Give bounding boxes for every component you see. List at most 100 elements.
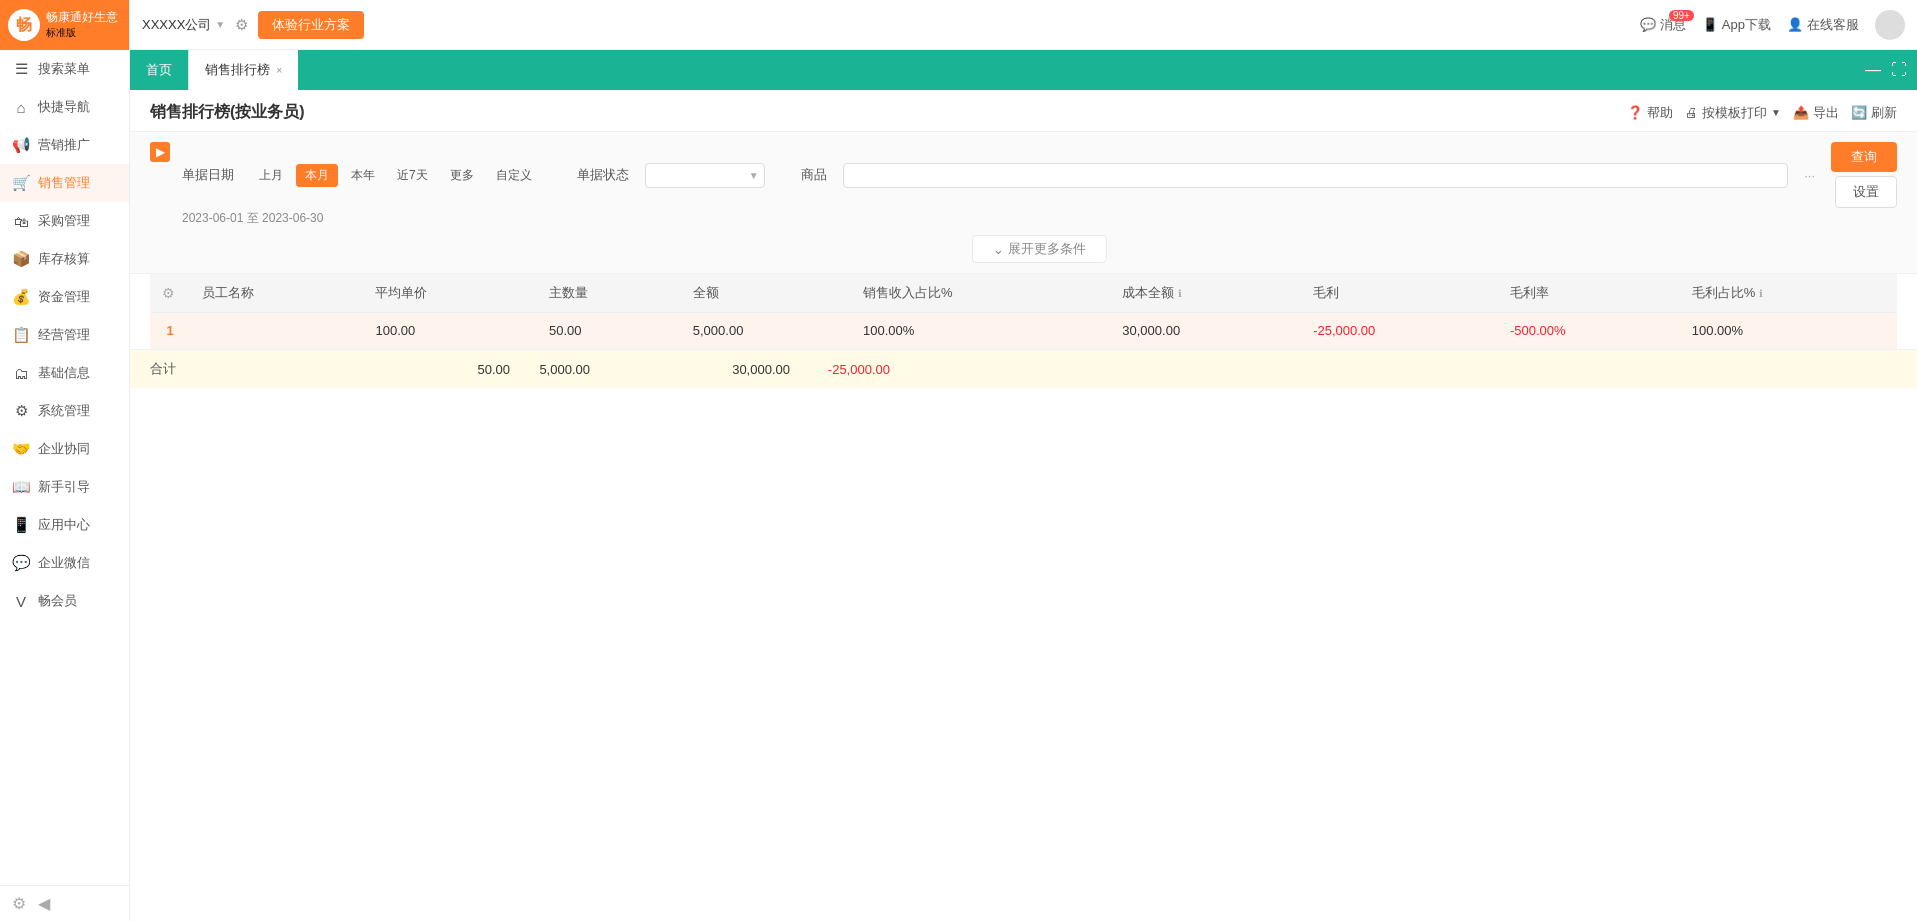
date-cur-year-btn[interactable]: 本年 bbox=[342, 164, 384, 187]
date-filter-label: 单据日期 bbox=[182, 166, 234, 184]
page-header-actions: ❓ 帮助 🖨 按模板打印 ▼ 📤 导出 🔄 刷新 bbox=[1627, 104, 1897, 122]
status-select[interactable] bbox=[645, 163, 765, 188]
app-label: App下载 bbox=[1722, 16, 1771, 34]
print-icon: 🖨 bbox=[1685, 105, 1698, 120]
table-row: 1 100.00 50.00 5,000.00 100.00% 30,000.0… bbox=[150, 313, 1897, 349]
help-button[interactable]: ❓ 帮助 bbox=[1627, 104, 1673, 122]
online-service-button[interactable]: 👤 在线客服 bbox=[1787, 16, 1859, 34]
amount-cell: 5,000.00 bbox=[681, 313, 851, 349]
tab-sales-ranking[interactable]: 销售排行榜 × bbox=[188, 50, 298, 90]
export-button[interactable]: 📤 导出 bbox=[1793, 104, 1839, 122]
sidebar-item-11[interactable]: 📖 新手引导 bbox=[0, 468, 129, 506]
date-range-display: 2023-06-01 至 2023-06-30 bbox=[182, 210, 1897, 227]
sidebar-item-10[interactable]: 🤝 企业协同 bbox=[0, 430, 129, 468]
refresh-button[interactable]: 🔄 刷新 bbox=[1851, 104, 1897, 122]
th-profit-rate: 毛利率 bbox=[1498, 274, 1680, 313]
sidebar-label-3: 销售管理 bbox=[38, 174, 90, 192]
sidebar-label-2: 营销推广 bbox=[38, 136, 90, 154]
sidebar-label-14: 畅会员 bbox=[38, 592, 77, 610]
profit-pct-info-icon[interactable]: ℹ bbox=[1759, 288, 1763, 299]
th-name: 员工名称 bbox=[190, 274, 363, 313]
message-badge: 99+ bbox=[1669, 10, 1694, 21]
minimize-icon[interactable]: — bbox=[1865, 61, 1881, 79]
sales-pct-cell: 100.00% bbox=[851, 313, 1110, 349]
th-sales-pct: 销售收入占比% bbox=[851, 274, 1110, 313]
filter-row: 单据日期 上月 本月 本年 近7天 更多 自定义 单据状态 bbox=[182, 142, 1897, 208]
header-row: ⚙ 员工名称 平均单价 主数量 全额 销售收入占比% 成本全额 ℹ 毛利 毛利率… bbox=[150, 274, 1897, 313]
column-settings-icon[interactable]: ⚙ bbox=[162, 285, 175, 301]
settings-icon[interactable]: ⚙ bbox=[235, 16, 248, 34]
expand-icon[interactable]: ⛶ bbox=[1891, 61, 1907, 79]
sidebar-item-5[interactable]: 📦 库存核算 bbox=[0, 240, 129, 278]
sidebar-item-12[interactable]: 📱 应用中心 bbox=[0, 506, 129, 544]
name-cell bbox=[190, 313, 363, 349]
footer-label: 合计 bbox=[150, 360, 350, 378]
print-button[interactable]: 🖨 按模板打印 ▼ bbox=[1685, 104, 1781, 122]
avg-price-cell: 100.00 bbox=[363, 313, 536, 349]
page-title: 销售排行榜(按业务员) bbox=[150, 102, 305, 123]
table-header: ⚙ 员工名称 平均单价 主数量 全额 销售收入占比% 成本全额 ℹ 毛利 毛利率… bbox=[150, 274, 1897, 313]
sidebar-item-1[interactable]: ⌂ 快捷导航 bbox=[0, 88, 129, 126]
cost-info-icon[interactable]: ℹ bbox=[1178, 288, 1182, 299]
sidebar-label-13: 企业微信 bbox=[38, 554, 90, 572]
footer-main-qty: 50.00 bbox=[430, 362, 510, 377]
table-wrap: ⚙ 员工名称 平均单价 主数量 全额 销售收入占比% 成本全额 ℹ 毛利 毛利率… bbox=[130, 274, 1917, 349]
date-prev-month-btn[interactable]: 上月 bbox=[250, 164, 292, 187]
date-7days-btn[interactable]: 近7天 bbox=[388, 164, 437, 187]
sidebar-icon-1: ⌂ bbox=[12, 99, 30, 116]
sidebar-item-4[interactable]: 🛍 采购管理 bbox=[0, 202, 129, 240]
expand-icon-small: ⌄ bbox=[993, 242, 1004, 257]
table-footer: 合计 50.00 5,000.00 30,000.00 -25,000.00 bbox=[130, 349, 1917, 388]
date-cur-month-btn[interactable]: 本月 bbox=[296, 164, 338, 187]
footer-profit: -25,000.00 bbox=[790, 362, 890, 377]
sales-ranking-table: ⚙ 员工名称 平均单价 主数量 全额 销售收入占比% 成本全额 ℹ 毛利 毛利率… bbox=[150, 274, 1897, 349]
sidebar-item-13[interactable]: 💬 企业微信 bbox=[0, 544, 129, 582]
cost-cell: 30,000.00 bbox=[1110, 313, 1301, 349]
sidebar-item-3[interactable]: 🛒 销售管理 bbox=[0, 164, 129, 202]
date-more-btn[interactable]: 更多 bbox=[441, 164, 483, 187]
tab-home[interactable]: 首页 bbox=[130, 50, 188, 90]
sidebar-item-0[interactable]: ☰ 搜索菜单 bbox=[0, 50, 129, 88]
sidebar-label-11: 新手引导 bbox=[38, 478, 90, 496]
sidebar: 畅 畅康通好生意 标准版 ☰ 搜索菜单 ⌂ 快捷导航 📢 营销推广 🛒 销售管理… bbox=[0, 0, 130, 921]
sidebar-icon-5: 📦 bbox=[12, 250, 30, 268]
try-industry-button[interactable]: 体验行业方案 bbox=[258, 11, 364, 39]
th-avg-price: 平均单价 bbox=[363, 274, 536, 313]
profit-pct-cell: 100.00% bbox=[1680, 313, 1897, 349]
goods-input[interactable] bbox=[843, 163, 1788, 188]
sidebar-icon-2: 📢 bbox=[12, 136, 30, 154]
sidebar-icon-11: 📖 bbox=[12, 478, 30, 496]
tab-close-icon[interactable]: × bbox=[276, 64, 282, 76]
query-button[interactable]: 查询 bbox=[1831, 142, 1897, 172]
collapse-sidebar-icon[interactable]: ◀ bbox=[38, 894, 50, 913]
sidebar-item-7[interactable]: 📋 经营管理 bbox=[0, 316, 129, 354]
sidebar-item-9[interactable]: ⚙ 系统管理 bbox=[0, 392, 129, 430]
th-cost: 成本全额 ℹ bbox=[1110, 274, 1301, 313]
user-avatar[interactable] bbox=[1875, 10, 1905, 40]
sidebar-icon-4: 🛍 bbox=[12, 213, 30, 230]
page-content: 销售排行榜(按业务员) ❓ 帮助 🖨 按模板打印 ▼ 📤 导出 bbox=[130, 90, 1917, 921]
date-buttons: 上月 本月 本年 近7天 更多 自定义 bbox=[250, 164, 541, 187]
settings-bottom-icon[interactable]: ⚙ bbox=[12, 894, 26, 913]
tabbar: 首页 销售排行榜 × — ⛶ bbox=[130, 50, 1917, 90]
sidebar-logo: 畅 畅康通好生意 标准版 bbox=[0, 0, 129, 50]
company-selector[interactable]: XXXXX公司 ▼ bbox=[142, 16, 225, 34]
sidebar-item-6[interactable]: 💰 资金管理 bbox=[0, 278, 129, 316]
message-button[interactable]: 💬 消息 99+ bbox=[1640, 16, 1686, 34]
date-custom-btn[interactable]: 自定义 bbox=[487, 164, 541, 187]
setting-button[interactable]: 设置 bbox=[1835, 176, 1897, 208]
export-icon: 📤 bbox=[1793, 105, 1809, 120]
th-main-qty: 主数量 bbox=[537, 274, 681, 313]
sidebar-item-8[interactable]: 🗂 基础信息 bbox=[0, 354, 129, 392]
goods-more-icon[interactable]: ··· bbox=[1804, 168, 1815, 183]
filter-collapse-arrow[interactable]: ▶ bbox=[150, 142, 170, 162]
app-download-button[interactable]: 📱 App下载 bbox=[1702, 16, 1771, 34]
th-profit: 毛利 bbox=[1301, 274, 1498, 313]
status-filter-label: 单据状态 bbox=[577, 166, 629, 184]
export-label: 导出 bbox=[1813, 104, 1839, 122]
sidebar-item-2[interactable]: 📢 营销推广 bbox=[0, 126, 129, 164]
message-icon: 💬 bbox=[1640, 17, 1656, 32]
expand-conditions-button[interactable]: ⌄ 展开更多条件 bbox=[972, 235, 1107, 263]
sidebar-item-14[interactable]: V 畅会员 bbox=[0, 582, 129, 620]
goods-filter-label: 商品 bbox=[801, 166, 827, 184]
